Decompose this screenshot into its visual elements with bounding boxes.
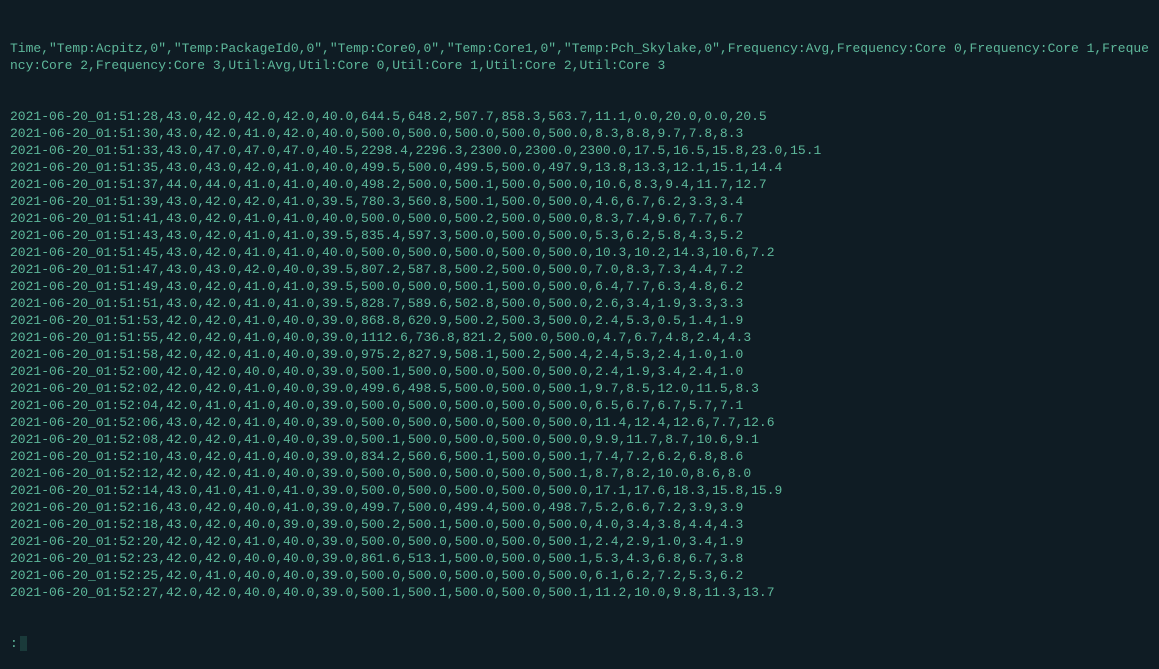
csv-row: 2021-06-20_01:51:39,43.0,42.0,42.0,41.0,… xyxy=(10,193,1149,210)
cursor-block xyxy=(20,636,27,651)
csv-row: 2021-06-20_01:52:25,42.0,41.0,40.0,40.0,… xyxy=(10,567,1149,584)
csv-row: 2021-06-20_01:52:16,43.0,42.0,40.0,41.0,… xyxy=(10,499,1149,516)
csv-row: 2021-06-20_01:51:45,43.0,42.0,41.0,41.0,… xyxy=(10,244,1149,261)
csv-row: 2021-06-20_01:51:53,42.0,42.0,41.0,40.0,… xyxy=(10,312,1149,329)
csv-row: 2021-06-20_01:51:28,43.0,42.0,42.0,42.0,… xyxy=(10,108,1149,125)
csv-row: 2021-06-20_01:51:55,42.0,42.0,41.0,40.0,… xyxy=(10,329,1149,346)
csv-row: 2021-06-20_01:52:23,42.0,42.0,40.0,40.0,… xyxy=(10,550,1149,567)
pager-prompt-line[interactable]: : xyxy=(10,635,1149,652)
csv-row: 2021-06-20_01:51:49,43.0,42.0,41.0,41.0,… xyxy=(10,278,1149,295)
csv-row: 2021-06-20_01:52:02,42.0,42.0,41.0,40.0,… xyxy=(10,380,1149,397)
csv-row: 2021-06-20_01:51:51,43.0,42.0,41.0,41.0,… xyxy=(10,295,1149,312)
csv-row: 2021-06-20_01:52:18,43.0,42.0,40.0,39.0,… xyxy=(10,516,1149,533)
csv-row: 2021-06-20_01:51:37,44.0,44.0,41.0,41.0,… xyxy=(10,176,1149,193)
csv-row: 2021-06-20_01:51:30,43.0,42.0,41.0,42.0,… xyxy=(10,125,1149,142)
csv-row: 2021-06-20_01:52:04,42.0,41.0,41.0,40.0,… xyxy=(10,397,1149,414)
csv-row: 2021-06-20_01:52:20,42.0,42.0,41.0,40.0,… xyxy=(10,533,1149,550)
csv-row: 2021-06-20_01:51:47,43.0,43.0,42.0,40.0,… xyxy=(10,261,1149,278)
csv-row: 2021-06-20_01:52:12,42.0,42.0,41.0,40.0,… xyxy=(10,465,1149,482)
csv-row: 2021-06-20_01:52:14,43.0,41.0,41.0,41.0,… xyxy=(10,482,1149,499)
csv-rows: 2021-06-20_01:51:28,43.0,42.0,42.0,42.0,… xyxy=(10,108,1149,601)
terminal-output: Time,"Temp:Acpitz,0","Temp:PackageId0,0"… xyxy=(10,6,1149,669)
csv-row: 2021-06-20_01:51:58,42.0,42.0,41.0,40.0,… xyxy=(10,346,1149,363)
csv-header-line: Time,"Temp:Acpitz,0","Temp:PackageId0,0"… xyxy=(10,40,1149,74)
csv-row: 2021-06-20_01:51:35,43.0,43.0,42.0,41.0,… xyxy=(10,159,1149,176)
csv-row: 2021-06-20_01:52:00,42.0,42.0,40.0,40.0,… xyxy=(10,363,1149,380)
csv-row: 2021-06-20_01:52:08,42.0,42.0,41.0,40.0,… xyxy=(10,431,1149,448)
pager-prompt-char: : xyxy=(10,636,18,651)
csv-row: 2021-06-20_01:51:43,43.0,42.0,41.0,41.0,… xyxy=(10,227,1149,244)
csv-row: 2021-06-20_01:51:33,43.0,47.0,47.0,47.0,… xyxy=(10,142,1149,159)
csv-row: 2021-06-20_01:52:06,43.0,42.0,41.0,40.0,… xyxy=(10,414,1149,431)
csv-row: 2021-06-20_01:52:10,43.0,42.0,41.0,40.0,… xyxy=(10,448,1149,465)
csv-row: 2021-06-20_01:51:41,43.0,42.0,41.0,41.0,… xyxy=(10,210,1149,227)
csv-row: 2021-06-20_01:52:27,42.0,42.0,40.0,40.0,… xyxy=(10,584,1149,601)
